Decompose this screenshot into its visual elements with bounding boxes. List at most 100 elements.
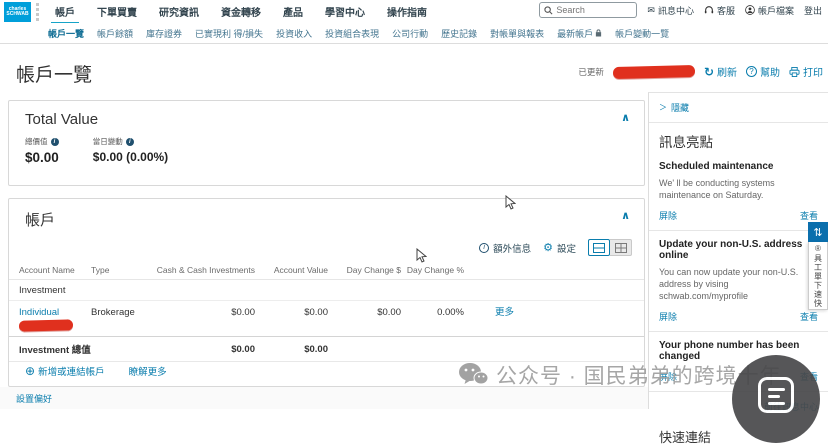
- search-input[interactable]: [556, 5, 627, 15]
- redaction-scribble-timestamp: [612, 64, 696, 79]
- view-link[interactable]: 查看: [800, 310, 818, 323]
- account-profile-button[interactable]: 帳戶檔案: [745, 4, 794, 17]
- dismiss-link[interactable]: 屏除: [659, 370, 677, 383]
- col-account-value: Account Value: [273, 265, 328, 275]
- collapse-chevron-icon[interactable]: ∧: [621, 209, 630, 222]
- info-icon[interactable]: i: [125, 137, 134, 146]
- total-cash: $0.00: [231, 343, 255, 355]
- lock-icon: [595, 29, 602, 37]
- page-title: 帳戶一覽: [16, 65, 93, 86]
- logo-line2: SCHWAB: [6, 11, 29, 17]
- refresh-icon: ↻: [703, 64, 714, 79]
- total-label: Investment 總值: [19, 345, 91, 356]
- updated-label: 已更新: [578, 66, 604, 77]
- subnav-corporate-actions[interactable]: 公司行動: [392, 27, 428, 40]
- logout-button[interactable]: 登出: [804, 4, 822, 17]
- account-profile-label: 帳戶檔案: [757, 5, 794, 16]
- subnav-statements[interactable]: 對帳單與報表: [490, 27, 544, 40]
- day-change-amount: $0.00 (0.00%): [92, 150, 169, 164]
- watermark-logo: [732, 355, 820, 443]
- more-link[interactable]: 更多: [464, 307, 514, 319]
- subnav-realized-gain-loss[interactable]: 已實現利 得/損失: [195, 27, 263, 40]
- bottom-strip: [0, 387, 648, 409]
- preferences-link[interactable]: 設置偏好: [16, 392, 52, 405]
- day-change-dollar-value: $0.00: [377, 307, 401, 318]
- help-button[interactable]: ? 幫助: [746, 64, 780, 79]
- secondary-nav: 帳戶一覽 帳戶餘額 庫存證券 已實現利 得/損失 投資收入 投資組合表現 公司行…: [0, 23, 828, 44]
- help-icon: ?: [746, 66, 757, 77]
- col-account-name: Account Name: [19, 265, 75, 275]
- quick-trade-tab-label[interactable]: ®具工單下速快: [808, 242, 828, 310]
- nav-item-trade[interactable]: 下單買賣: [95, 0, 139, 25]
- subnav-balances[interactable]: 帳戶餘額: [97, 27, 133, 40]
- table-header-row: Account Name Type Cash & Cash Investment…: [9, 261, 644, 280]
- list-view-icon: [593, 242, 605, 253]
- account-type: Brokerage: [91, 307, 135, 318]
- total-value: $0.00: [304, 343, 328, 355]
- redaction-scribble-account: [18, 319, 74, 332]
- accounts-footer: ⊕ 新增或連結帳戶 瞭解更多: [25, 364, 167, 378]
- subnav-newest-account-label: 最新帳戶: [557, 28, 594, 39]
- collapse-chevron-icon[interactable]: ∧: [621, 111, 630, 124]
- dismiss-link[interactable]: 屏除: [659, 209, 677, 222]
- extra-info-button[interactable]: i 額外信息: [479, 241, 531, 255]
- subnav-summary[interactable]: 帳戶一覽: [48, 27, 84, 40]
- subnav-portfolio-performance[interactable]: 投資組合表現: [325, 27, 379, 40]
- info-icon[interactable]: i: [50, 137, 59, 146]
- list-view-button[interactable]: [588, 239, 610, 256]
- dismiss-link[interactable]: 屏除: [659, 310, 677, 323]
- group-label: Investment: [19, 284, 66, 296]
- search-icon: [544, 5, 553, 15]
- search-box[interactable]: [539, 2, 638, 18]
- subnav-investment-income[interactable]: 投資收入: [276, 27, 312, 40]
- schwab-logo[interactable]: charles SCHWAB: [4, 2, 31, 22]
- divider: [649, 331, 828, 332]
- day-change-pct-value: 0.00%: [437, 307, 464, 318]
- subnav-history[interactable]: 歷史記錄: [441, 27, 477, 40]
- nav-item-learning[interactable]: 學習中心: [323, 0, 367, 25]
- message-item: Scheduled maintenance We' ll be conducti…: [659, 161, 818, 222]
- refresh-button[interactable]: ↻ 刷新: [703, 64, 737, 80]
- headset-icon: [704, 5, 714, 15]
- updown-arrows-icon[interactable]: ⇅: [808, 222, 828, 242]
- account-name-link[interactable]: Individual: [19, 307, 91, 319]
- extra-info-label: 額外信息: [493, 243, 532, 255]
- message-body: We' ll be conducting systems maintenance…: [659, 178, 775, 200]
- refresh-label: 刷新: [717, 68, 737, 79]
- col-type: Type: [91, 265, 110, 275]
- metric-day-change: 當日變動 i $0.00 (0.00%): [93, 136, 168, 165]
- nav-item-guide[interactable]: 操作指南: [385, 0, 429, 25]
- divider: [649, 230, 828, 231]
- subnav-newest-account[interactable]: 最新帳戶: [557, 27, 602, 40]
- total-value-amount: $0.00: [25, 150, 59, 165]
- customer-service-button[interactable]: 客服: [704, 4, 735, 17]
- customer-service-label: 客服: [716, 5, 735, 16]
- settings-label: 設定: [556, 243, 576, 255]
- total-value-metrics: 總價值 i $0.00 當日變動 i $0.00 (0.00%): [9, 128, 644, 165]
- quick-trade-tab: ⇅ ®具工單下速快: [808, 222, 828, 310]
- subnav-account-changes[interactable]: 帳戶變動一覽: [615, 27, 669, 40]
- table-row: Individual Brokerage $0.00 $0.00 $0.00 0…: [9, 301, 644, 337]
- add-account-label: 新增或連結帳戶: [38, 367, 105, 378]
- accounts-toolbar: i 額外信息 ⚙ 設定: [479, 239, 632, 256]
- nav-item-accounts[interactable]: 帳戶: [51, 0, 79, 25]
- info-outline-icon: i: [479, 242, 490, 253]
- accounts-title: 帳戶: [25, 212, 56, 229]
- main-menu: 帳戶 下單買賣 研究資訊 資金轉移 產品 學習中心 操作指南: [51, 0, 429, 25]
- view-link[interactable]: 查看: [800, 209, 818, 222]
- hide-sidebar-button[interactable]: ＞ 隱藏: [659, 101, 818, 114]
- top-nav-utilities: ✉ 訊息中心 客服 帳戶檔案 登出: [539, 2, 822, 18]
- grid-view-icon: [614, 242, 627, 253]
- grid-view-button[interactable]: [610, 239, 632, 256]
- nav-item-move-money[interactable]: 資金轉移: [219, 0, 263, 25]
- learn-more-link[interactable]: 瞭解更多: [129, 364, 167, 378]
- nav-item-products[interactable]: 產品: [281, 0, 305, 25]
- nav-item-research[interactable]: 研究資訊: [157, 0, 201, 25]
- gear-icon: ⚙: [543, 242, 553, 254]
- message-center-button[interactable]: ✉ 訊息中心: [647, 4, 694, 17]
- settings-button[interactable]: ⚙ 設定: [543, 241, 576, 255]
- message-item: Update your non-U.S. address online You …: [659, 239, 818, 323]
- subnav-positions[interactable]: 庫存證券: [146, 27, 182, 40]
- print-button[interactable]: 打印: [789, 64, 823, 79]
- add-account-button[interactable]: ⊕ 新增或連結帳戶: [25, 364, 105, 378]
